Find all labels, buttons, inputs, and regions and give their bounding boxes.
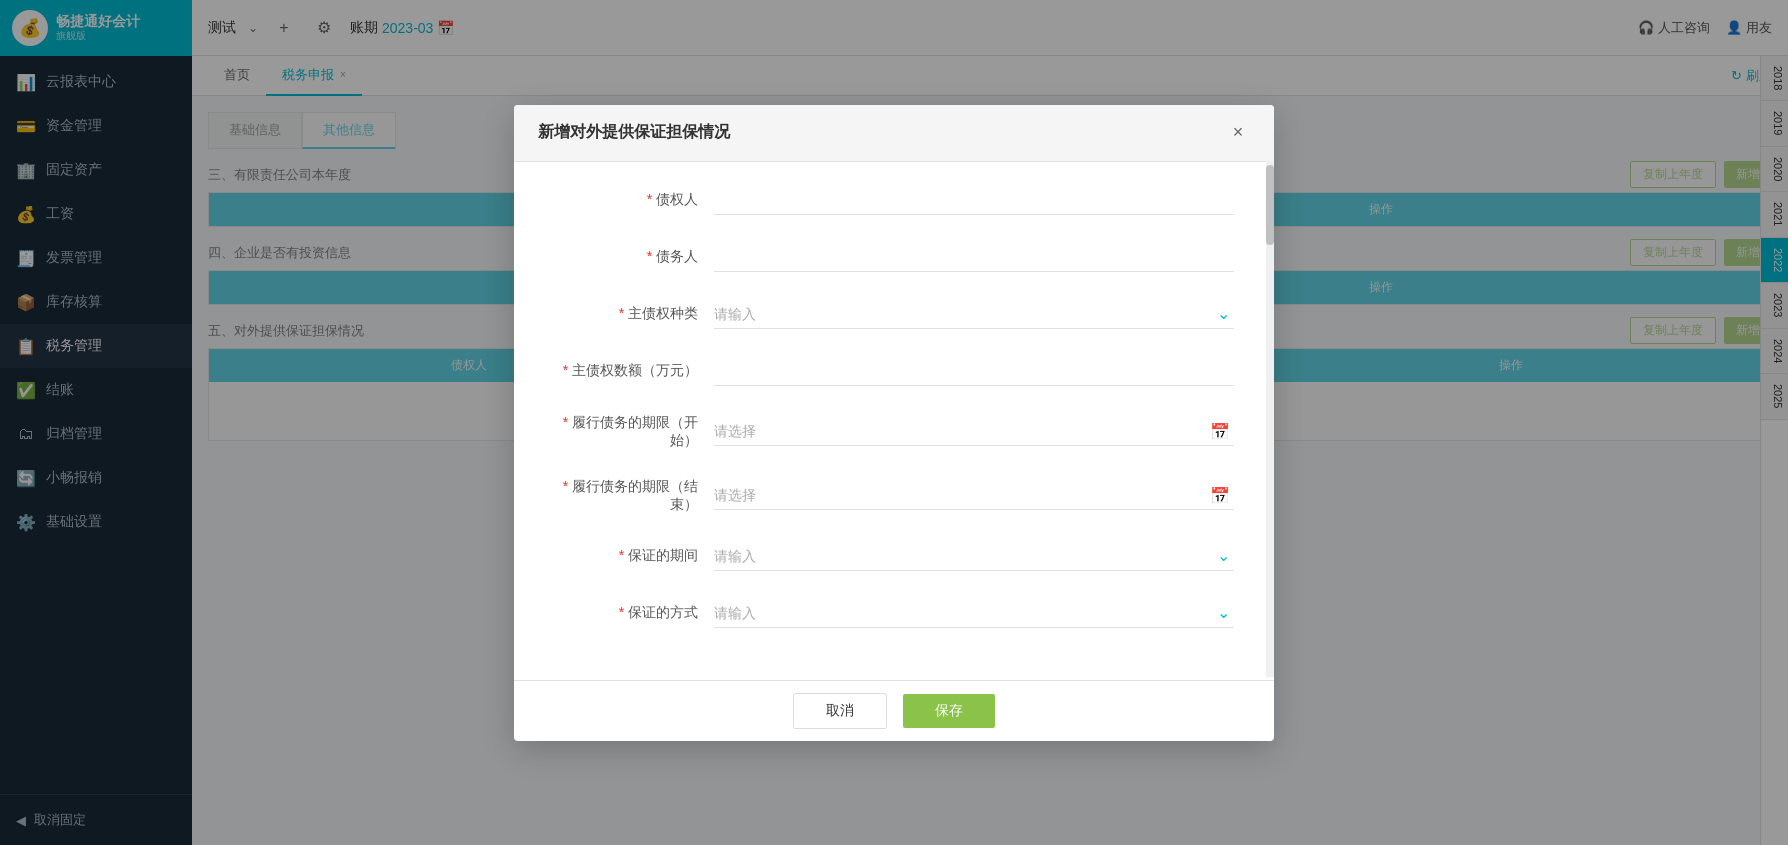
main-debt-amount-label-text: 主债权数额（万元）	[572, 362, 698, 378]
debt-period-end-input[interactable]	[714, 481, 1234, 509]
creditor-label: * 债权人	[554, 191, 714, 209]
main-debt-type-label-text: 主债权种类	[628, 305, 698, 321]
debt-period-end-required-mark: *	[563, 478, 568, 494]
main-debt-type-select-wrapper: ⌄	[714, 300, 1234, 329]
dialog-title: 新增对外提供保证担保情况	[538, 122, 730, 143]
guarantee-period-required-mark: *	[619, 547, 624, 563]
dialog-footer: 取消 保存	[514, 680, 1274, 741]
debtor-required-mark: *	[647, 248, 652, 264]
debtor-label: * 债务人	[554, 248, 714, 266]
debt-period-start-row: * 履行债务的期限（开始） 📅	[554, 414, 1234, 450]
debt-period-start-input[interactable]	[714, 417, 1234, 445]
main-debt-amount-input[interactable]	[714, 357, 1234, 386]
main-debt-type-input[interactable]	[714, 300, 1234, 328]
guarantee-method-label-text: 保证的方式	[628, 604, 698, 620]
guarantee-period-label: * 保证的期间	[554, 547, 714, 565]
guarantee-period-select-wrapper: ⌄	[714, 542, 1234, 571]
main-debt-amount-required-mark: *	[563, 362, 568, 378]
main-debt-type-label: * 主债权种类	[554, 305, 714, 323]
dialog-close-button[interactable]: ×	[1226, 121, 1250, 145]
guarantee-method-select-wrapper: ⌄	[714, 599, 1234, 628]
creditor-required-mark: *	[647, 191, 652, 207]
creditor-input[interactable]	[714, 186, 1234, 215]
guarantee-method-required-mark: *	[619, 604, 624, 620]
guarantee-method-label: * 保证的方式	[554, 604, 714, 622]
save-button[interactable]: 保存	[903, 694, 995, 728]
guarantee-period-input[interactable]	[714, 542, 1234, 570]
main-debt-amount-label: * 主债权数额（万元）	[554, 362, 714, 380]
debt-period-start-wrapper: 📅	[714, 417, 1234, 446]
dialog-scrollbar-track	[1266, 161, 1274, 677]
add-guarantee-dialog: 新增对外提供保证担保情况 × * 债权人 * 债务人	[514, 105, 1274, 741]
debtor-label-text: 债务人	[656, 248, 698, 264]
debt-period-start-label: * 履行债务的期限（开始）	[554, 414, 714, 450]
debt-period-end-label-text: 履行债务的期限（结束）	[572, 478, 698, 512]
guarantee-period-label-text: 保证的期间	[628, 547, 698, 563]
debtor-input[interactable]	[714, 243, 1234, 272]
debt-period-end-wrapper: 📅	[714, 481, 1234, 510]
guarantee-method-input[interactable]	[714, 599, 1234, 627]
creditor-label-text: 债权人	[656, 191, 698, 207]
dialog-overlay: 新增对外提供保证担保情况 × * 债权人 * 债务人	[0, 0, 1788, 845]
dialog-body: * 债权人 * 债务人 * 主债权种类	[514, 162, 1274, 680]
main-debt-amount-row: * 主债权数额（万元）	[554, 357, 1234, 386]
dialog-scrollbar-thumb	[1266, 165, 1274, 245]
creditor-row: * 债权人	[554, 186, 1234, 215]
guarantee-period-row: * 保证的期间 ⌄	[554, 542, 1234, 571]
debt-period-start-label-text: 履行债务的期限（开始）	[572, 414, 698, 448]
cancel-button[interactable]: 取消	[793, 693, 887, 729]
dialog-header: 新增对外提供保证担保情况 ×	[514, 105, 1274, 162]
debt-period-end-label: * 履行债务的期限（结束）	[554, 478, 714, 514]
debtor-row: * 债务人	[554, 243, 1234, 272]
main-debt-type-row: * 主债权种类 ⌄	[554, 300, 1234, 329]
main-debt-type-required-mark: *	[619, 305, 624, 321]
debt-period-start-required-mark: *	[563, 414, 568, 430]
guarantee-method-row: * 保证的方式 ⌄	[554, 599, 1234, 628]
debt-period-end-row: * 履行债务的期限（结束） 📅	[554, 478, 1234, 514]
